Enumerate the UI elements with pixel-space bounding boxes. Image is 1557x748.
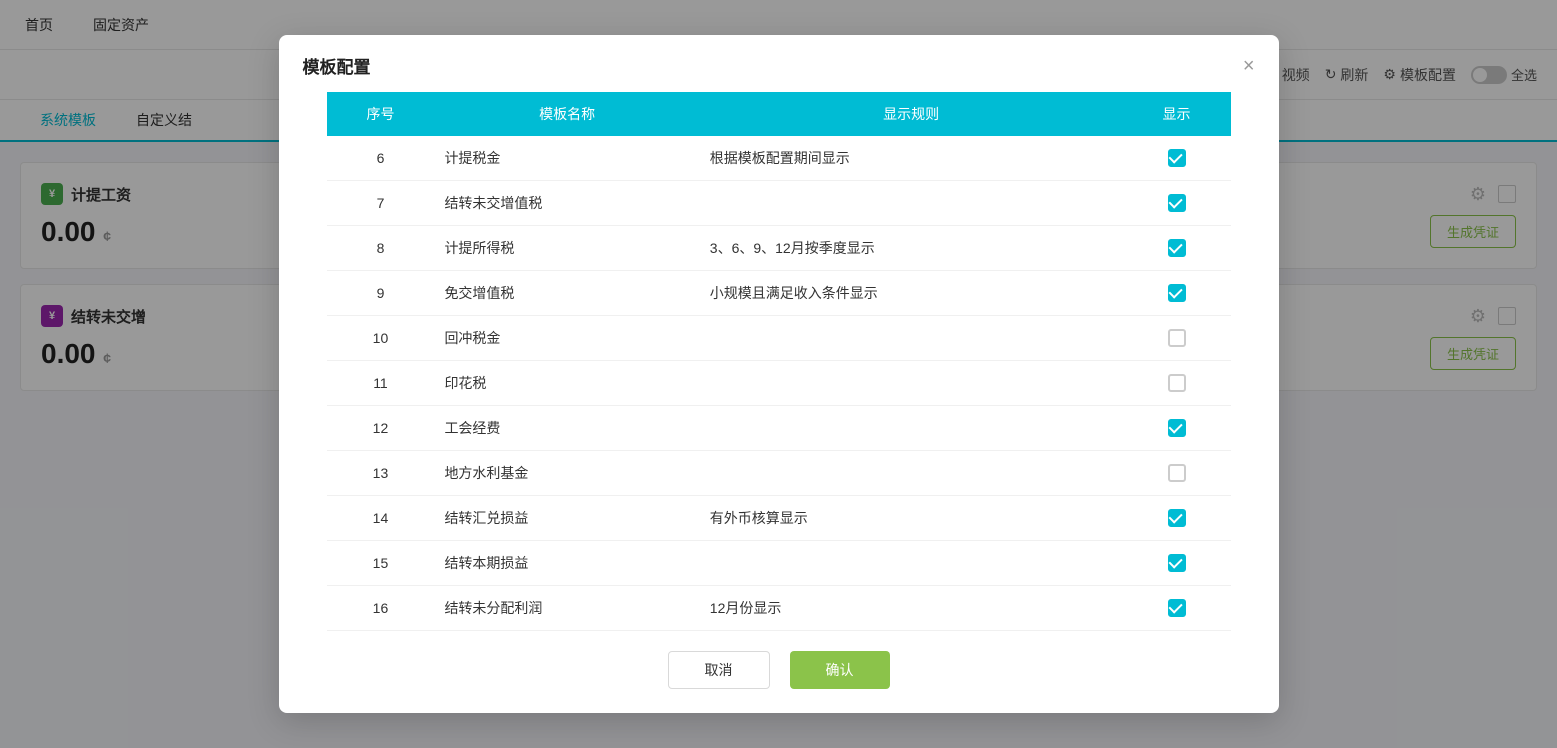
cell-seq-0: 6: [327, 136, 435, 181]
cell-rule-3: 小规模且满足收入条件显示: [700, 271, 1123, 316]
cell-rule-6: [700, 406, 1123, 451]
cell-rule-1: [700, 181, 1123, 226]
cell-name-6: 工会经费: [434, 406, 699, 451]
table-body: 6计提税金根据模板配置期间显示7结转未交增值税8计提所得税3、6、9、12月按季…: [327, 136, 1231, 631]
checkbox-unchecked-7[interactable]: [1168, 464, 1186, 482]
cell-seq-8: 14: [327, 496, 435, 541]
cell-seq-3: 9: [327, 271, 435, 316]
cell-seq-2: 8: [327, 226, 435, 271]
checkbox-unchecked-4[interactable]: [1168, 329, 1186, 347]
cell-name-3: 免交增值税: [434, 271, 699, 316]
cell-check-3: [1123, 271, 1231, 316]
cell-seq-1: 7: [327, 181, 435, 226]
checkbox-checked-6[interactable]: [1168, 419, 1186, 437]
cancel-button[interactable]: 取消: [668, 651, 770, 689]
table-row: 16结转未分配利润12月份显示: [327, 586, 1231, 631]
cell-seq-5: 11: [327, 361, 435, 406]
checkbox-checked-0[interactable]: [1168, 149, 1186, 167]
table-row: 15结转本期损益: [327, 541, 1231, 586]
cell-seq-4: 10: [327, 316, 435, 361]
cell-rule-10: 12月份显示: [700, 586, 1123, 631]
cell-check-8: [1123, 496, 1231, 541]
cell-check-1: [1123, 181, 1231, 226]
checkbox-checked-8[interactable]: [1168, 509, 1186, 527]
cell-seq-9: 15: [327, 541, 435, 586]
config-table: 序号 模板名称 显示规则 显示 6计提税金根据模板配置期间显示7结转未交增值税8…: [327, 92, 1231, 631]
cell-check-4: [1123, 316, 1231, 361]
table-row: 13地方水利基金: [327, 451, 1231, 496]
col-header-name: 模板名称: [434, 92, 699, 136]
checkbox-checked-3[interactable]: [1168, 284, 1186, 302]
cell-seq-6: 12: [327, 406, 435, 451]
cell-name-10: 结转未分配利润: [434, 586, 699, 631]
cell-rule-5: [700, 361, 1123, 406]
template-config-dialog: 模板配置 × 序号 模板名称 显示规则 显示 6计提税金根据模板配置期间显示7结…: [279, 35, 1279, 713]
cell-check-7: [1123, 451, 1231, 496]
cell-check-10: [1123, 586, 1231, 631]
cell-rule-4: [700, 316, 1123, 361]
cell-seq-10: 16: [327, 586, 435, 631]
cell-check-2: [1123, 226, 1231, 271]
table-row: 8计提所得税3、6、9、12月按季度显示: [327, 226, 1231, 271]
cell-name-1: 结转未交增值税: [434, 181, 699, 226]
checkbox-checked-2[interactable]: [1168, 239, 1186, 257]
cell-rule-7: [700, 451, 1123, 496]
confirm-button[interactable]: 确认: [790, 651, 890, 689]
cell-name-2: 计提所得税: [434, 226, 699, 271]
checkbox-checked-10[interactable]: [1168, 599, 1186, 617]
table-row: 12工会经费: [327, 406, 1231, 451]
dialog-header: 模板配置 ×: [279, 35, 1279, 92]
cell-check-9: [1123, 541, 1231, 586]
col-header-seq: 序号: [327, 92, 435, 136]
dialog-footer: 取消 确认: [279, 631, 1279, 713]
table-row: 10回冲税金: [327, 316, 1231, 361]
checkbox-checked-9[interactable]: [1168, 554, 1186, 572]
table-row: 9免交增值税小规模且满足收入条件显示: [327, 271, 1231, 316]
col-header-rule: 显示规则: [700, 92, 1123, 136]
cell-rule-9: [700, 541, 1123, 586]
modal-overlay: 模板配置 × 序号 模板名称 显示规则 显示 6计提税金根据模板配置期间显示7结…: [0, 0, 1557, 748]
cell-name-9: 结转本期损益: [434, 541, 699, 586]
dialog-title: 模板配置: [303, 53, 371, 78]
checkbox-unchecked-5[interactable]: [1168, 374, 1186, 392]
table-row: 11印花税: [327, 361, 1231, 406]
table-row: 14结转汇兑损益有外币核算显示: [327, 496, 1231, 541]
dialog-table-wrapper: 序号 模板名称 显示规则 显示 6计提税金根据模板配置期间显示7结转未交增值税8…: [279, 92, 1279, 631]
table-row: 6计提税金根据模板配置期间显示: [327, 136, 1231, 181]
cell-name-5: 印花税: [434, 361, 699, 406]
table-header-row: 序号 模板名称 显示规则 显示: [327, 92, 1231, 136]
cell-rule-0: 根据模板配置期间显示: [700, 136, 1123, 181]
cell-check-0: [1123, 136, 1231, 181]
table-row: 7结转未交增值税: [327, 181, 1231, 226]
cell-name-8: 结转汇兑损益: [434, 496, 699, 541]
cell-seq-7: 13: [327, 451, 435, 496]
cell-rule-2: 3、6、9、12月按季度显示: [700, 226, 1123, 271]
cell-name-0: 计提税金: [434, 136, 699, 181]
col-header-display: 显示: [1123, 92, 1231, 136]
cell-rule-8: 有外币核算显示: [700, 496, 1123, 541]
cell-name-7: 地方水利基金: [434, 451, 699, 496]
cell-check-6: [1123, 406, 1231, 451]
dialog-close-button[interactable]: ×: [1243, 56, 1255, 76]
checkbox-checked-1[interactable]: [1168, 194, 1186, 212]
cell-name-4: 回冲税金: [434, 316, 699, 361]
cell-check-5: [1123, 361, 1231, 406]
